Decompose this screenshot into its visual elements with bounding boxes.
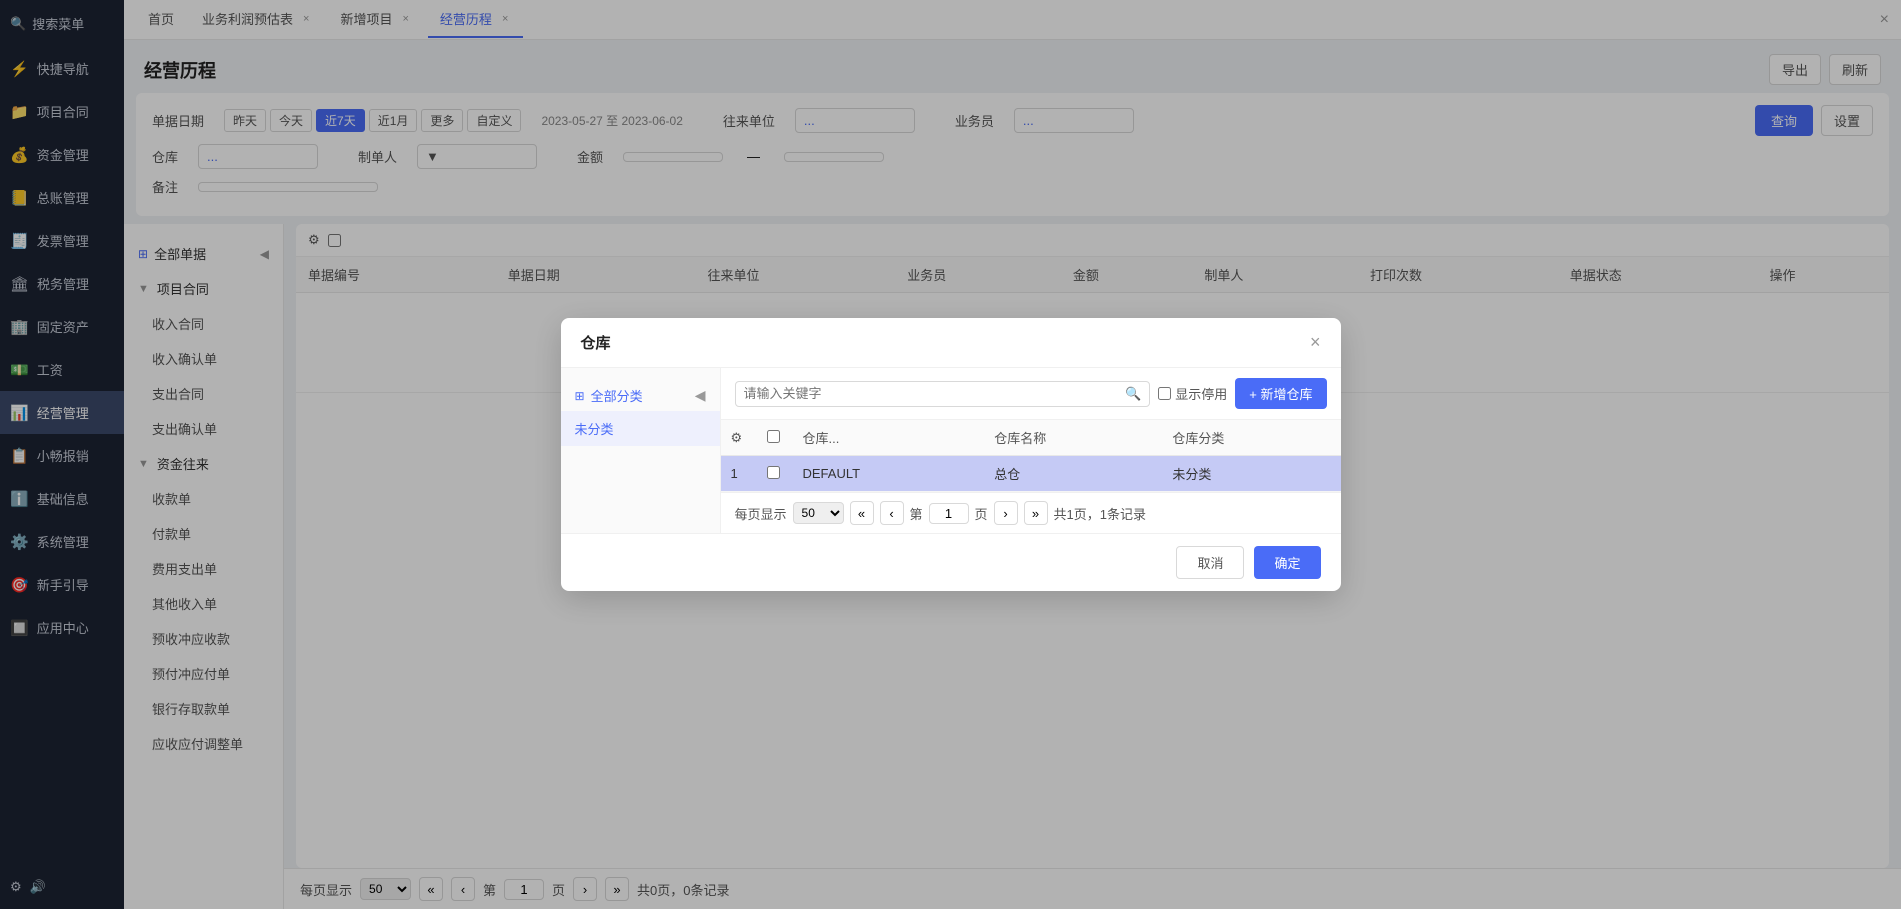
modal-prev-page-btn[interactable]: ‹ bbox=[880, 501, 904, 525]
modal-total-text: 共1页，1条记录 bbox=[1054, 504, 1146, 523]
row-checkbox[interactable] bbox=[767, 466, 780, 479]
modal-content-right: 🔍 显示停用 + 新增仓库 ⚙ bbox=[721, 368, 1341, 533]
modal-close-btn[interactable]: × bbox=[1310, 332, 1321, 353]
modal-toolbar: 🔍 显示停用 + 新增仓库 bbox=[721, 368, 1341, 420]
category-grid-icon: ⊞ bbox=[575, 389, 585, 403]
col-warehouse-category: 仓库分类 bbox=[1162, 420, 1340, 456]
modal-next-page-btn[interactable]: › bbox=[994, 501, 1018, 525]
category-collapse-btn[interactable]: ◀ bbox=[695, 387, 706, 404]
row-code: DEFAULT bbox=[793, 456, 985, 492]
modal-search-icon: 🔍 bbox=[1125, 386, 1141, 402]
category-header[interactable]: ⊞ 全部分类 ◀ bbox=[561, 380, 720, 411]
col-warehouse-code: 仓库... bbox=[793, 420, 985, 456]
category-panel: ⊞ 全部分类 ◀ 未分类 bbox=[561, 368, 721, 533]
category-all-label: 全部分类 bbox=[591, 386, 643, 405]
col-check bbox=[757, 420, 793, 456]
confirm-button[interactable]: 确定 bbox=[1254, 546, 1320, 579]
modal-page-label: 页 bbox=[975, 504, 988, 523]
modal-body: ⊞ 全部分类 ◀ 未分类 🔍 显示停用 bbox=[561, 368, 1341, 533]
modal-overlay: 仓库 × ⊞ 全部分类 ◀ 未分类 bbox=[0, 0, 1901, 909]
add-warehouse-button[interactable]: + 新增仓库 bbox=[1235, 378, 1326, 409]
row-index: 1 bbox=[721, 456, 757, 492]
modal-page-size-select[interactable]: 50 10 20 100 bbox=[793, 502, 844, 524]
modal-table: ⚙ 仓库... 仓库名称 仓库分类 1 bbox=[721, 420, 1341, 492]
modal-pagination: 每页显示 50 10 20 100 « ‹ 第 页 › » 共1页，1条记录 bbox=[721, 492, 1341, 533]
modal-search-box: 🔍 bbox=[735, 381, 1151, 407]
modal-table-wrap: ⚙ 仓库... 仓库名称 仓库分类 1 bbox=[721, 420, 1341, 492]
row-name: 总仓 bbox=[984, 456, 1162, 492]
modal-first-page-btn[interactable]: « bbox=[850, 501, 874, 525]
table-row[interactable]: 1 DEFAULT 总仓 未分类 bbox=[721, 456, 1341, 492]
warehouse-modal: 仓库 × ⊞ 全部分类 ◀ 未分类 bbox=[561, 318, 1341, 591]
category-unclassified-label: 未分类 bbox=[575, 422, 614, 437]
row-check bbox=[757, 456, 793, 492]
category-item-unclassified[interactable]: 未分类 bbox=[561, 411, 720, 446]
show-disabled-label[interactable]: 显示停用 bbox=[1158, 384, 1227, 403]
col-settings: ⚙ bbox=[721, 420, 757, 456]
row-category: 未分类 bbox=[1162, 456, 1340, 492]
col-warehouse-name: 仓库名称 bbox=[984, 420, 1162, 456]
modal-page-size-label: 每页显示 bbox=[735, 504, 787, 523]
modal-page-pre-label: 第 bbox=[910, 504, 923, 523]
modal-header: 仓库 × bbox=[561, 318, 1341, 368]
modal-last-page-btn[interactable]: » bbox=[1024, 501, 1048, 525]
modal-page-input[interactable] bbox=[929, 503, 969, 524]
modal-select-all[interactable] bbox=[767, 430, 780, 443]
show-disabled-text: 显示停用 bbox=[1175, 384, 1227, 403]
modal-title: 仓库 bbox=[581, 332, 611, 353]
modal-search-input[interactable] bbox=[744, 386, 1120, 401]
show-disabled-checkbox[interactable] bbox=[1158, 387, 1171, 400]
cancel-button[interactable]: 取消 bbox=[1176, 546, 1244, 579]
modal-footer: 取消 确定 bbox=[561, 533, 1341, 591]
